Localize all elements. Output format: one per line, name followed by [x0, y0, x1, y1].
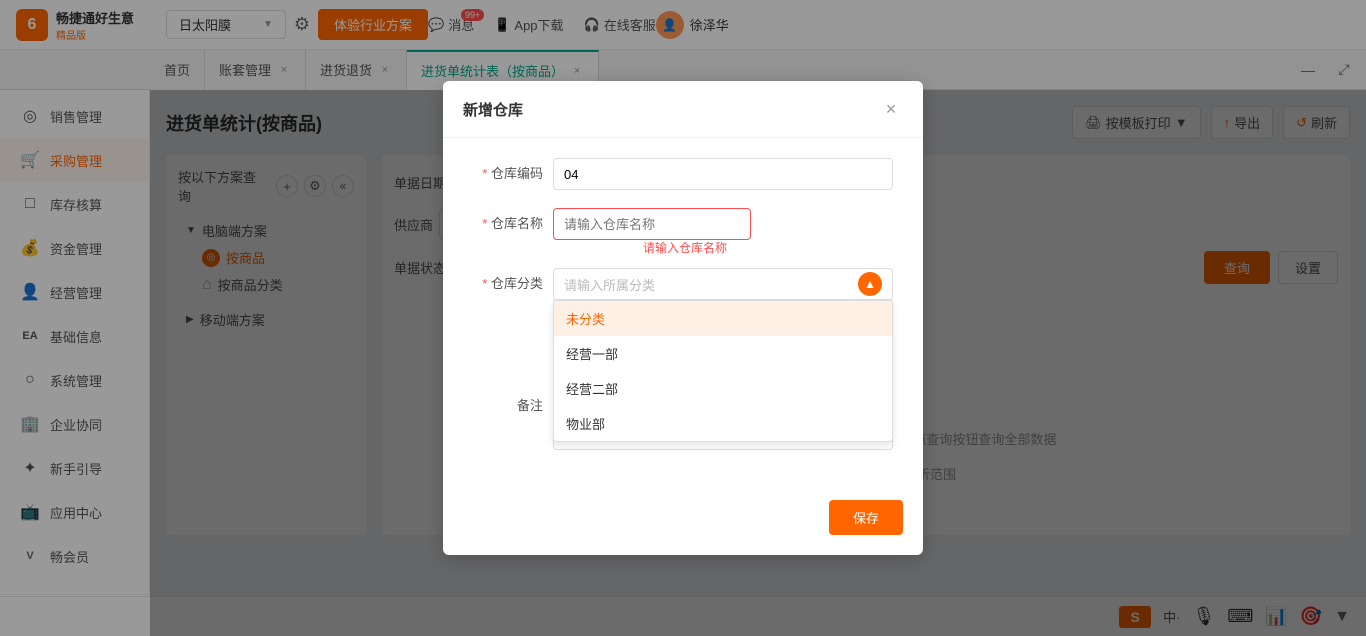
warehouse-category-wrap: 请输入所属分类 ▲ 未分类 经营一部 经营二部 物业部 [553, 268, 893, 300]
warehouse-code-input[interactable] [553, 158, 893, 190]
dropdown-arrow-icon: ▲ [858, 272, 882, 296]
warehouse-name-input[interactable] [553, 208, 751, 240]
warehouse-name-error: 请输入仓库名称 [643, 239, 727, 256]
warehouse-name-wrap: 请输入仓库名称 [553, 208, 893, 240]
required-star-1: * [482, 166, 487, 181]
warehouse-name-row: * 仓库名称 请输入仓库名称 [473, 208, 893, 240]
dropdown-item-ops1[interactable]: 经营一部 [554, 336, 892, 371]
required-star-2: * [482, 216, 487, 231]
dropdown-item-no-category[interactable]: 未分类 [554, 301, 892, 336]
modal-close-button[interactable]: × [879, 97, 903, 121]
dropdown-item-ops3[interactable]: 物业部 [554, 406, 892, 441]
modal-body: * 仓库编码 * 仓库名称 请输入仓库名称 * [443, 138, 923, 488]
warehouse-code-label: * 仓库编码 [473, 158, 553, 190]
warehouse-category-dropdown: 未分类 经营一部 经营二部 物业部 [553, 300, 893, 442]
required-star-3: * [482, 276, 487, 291]
dropdown-item-ops2[interactable]: 经营二部 [554, 371, 892, 406]
warehouse-category-trigger[interactable]: 请输入所属分类 ▲ [553, 268, 893, 300]
add-warehouse-modal: 新增仓库 × * 仓库编码 * 仓库名称 请输入仓库名称 [443, 81, 923, 555]
modal-overlay-wrapper: 新增仓库 × * 仓库编码 * 仓库名称 请输入仓库名称 [0, 0, 1366, 636]
warehouse-remark-label: 备注 [473, 390, 553, 422]
warehouse-code-row: * 仓库编码 [473, 158, 893, 190]
warehouse-name-label: * 仓库名称 [473, 208, 553, 240]
warehouse-category-row: * 仓库分类 请输入所属分类 ▲ 未分类 经营一部 经营二部 物业部 [473, 268, 893, 300]
modal-footer: 保存 [443, 488, 923, 555]
modal-title: 新增仓库 [463, 99, 523, 120]
warehouse-category-placeholder: 请输入所属分类 [564, 275, 655, 294]
modal-save-button[interactable]: 保存 [829, 500, 903, 535]
modal-header: 新增仓库 × [443, 81, 923, 138]
warehouse-category-label: * 仓库分类 [473, 268, 553, 300]
